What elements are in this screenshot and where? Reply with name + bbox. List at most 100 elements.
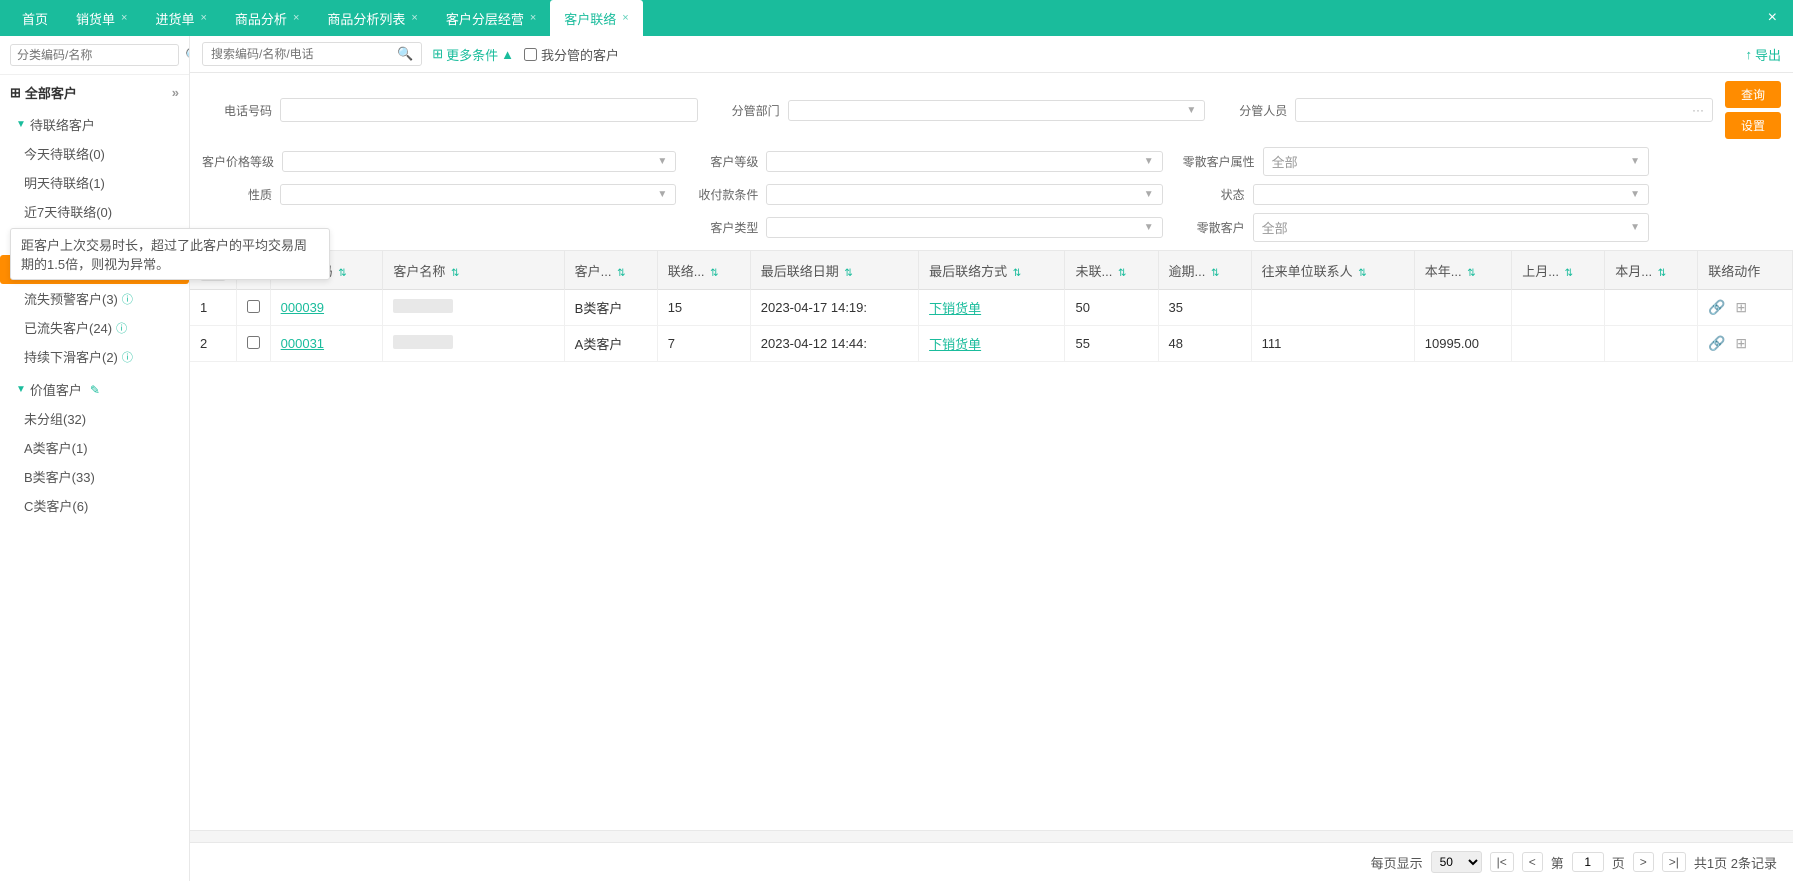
cell-checkbox-1 [236,290,270,326]
customer-name-blurred-1 [393,299,453,313]
filter-status: 状态 ▼ [1175,184,1649,205]
horizontal-scrollbar[interactable] [190,830,1793,842]
info-icon-churned[interactable]: ⓘ [116,320,127,336]
sidebar-item-ungrouped[interactable]: 未分组(32) [0,404,189,433]
sidebar-item-a[interactable]: A类客户(1) [0,433,189,462]
filter-search-icon[interactable]: 🔍 [397,46,413,62]
sidebar-item-today[interactable]: 今天待联络(0) [0,139,189,168]
close-analysis-icon[interactable]: × [293,12,299,24]
next-page-btn[interactable]: > [1633,852,1654,872]
action-link-icon-2[interactable]: 🔗 [1708,335,1725,351]
filter-search-box: 🔍 [202,42,422,66]
cell-overdue-1: 35 [1158,290,1251,326]
sidebar-item-churn-warning[interactable]: 流失预警客户(3) ⓘ [0,284,189,313]
th-unread[interactable]: 未联... ⇅ [1065,251,1158,290]
th-type[interactable]: 客户... ⇅ [564,251,657,290]
cell-unread-1: 50 [1065,290,1158,326]
retail-attr-select[interactable]: 全部▼ [1263,147,1649,176]
sidebar-item-churned[interactable]: 已流失客户(24) ⓘ [0,313,189,342]
nav-tab-purchase[interactable]: 进货单 × [141,0,220,36]
close-sales-icon[interactable]: × [121,12,127,24]
sidebar-item-b[interactable]: B类客户(33) [0,462,189,491]
customer-code-link-2[interactable]: 000031 [281,336,324,351]
status-select[interactable]: ▼ [1253,184,1649,205]
info-icon-churn[interactable]: ⓘ [122,291,133,307]
nav-tab-sales[interactable]: 销货单 × [62,0,141,36]
th-this-month[interactable]: 本月... ⇅ [1605,251,1698,290]
filter-row-1: 电话号码 分管部门 ▼ 分管人员 ··· 查询 设置 [202,81,1781,139]
last-method-link-2[interactable]: 下销货单 [929,337,981,352]
my-customers-checkbox[interactable] [524,48,537,61]
per-page-label: 每页显示 [1371,853,1423,872]
triangle-icon: ▼ [16,119,26,130]
nav-tab-analysis-list[interactable]: 商品分析列表 × [313,0,431,36]
th-this-year[interactable]: 本年... ⇅ [1414,251,1511,290]
more-conditions-btn[interactable]: ⊞ 更多条件 ▲ [432,45,514,64]
filter-nature: 性质 ▼ [202,184,676,205]
row-checkbox-1[interactable] [247,300,260,313]
row-checkbox-2[interactable] [247,336,260,349]
pending-group[interactable]: ▼ 待联络客户 [0,110,189,139]
action-grid-icon-1[interactable]: ⊞ [1735,299,1747,315]
first-page-btn[interactable]: |< [1490,852,1514,872]
retail-label: 零散客户 [1175,219,1245,236]
cell-name-1 [383,290,564,326]
person-label: 分管人员 [1217,102,1287,119]
filter-search-input[interactable] [211,47,391,61]
nav-tab-home[interactable]: 首页 [8,0,62,36]
person-input[interactable]: ··· [1295,98,1713,122]
retail-select[interactable]: 全部▼ [1253,213,1649,242]
th-name[interactable]: 客户名称 ⇅ [383,251,564,290]
nature-select[interactable]: ▼ [280,184,676,205]
retail-attr-label: 零散客户属性 [1175,153,1255,170]
data-table: ⚙ 客户编码 ⇅ 客户名称 ⇅ [190,251,1793,362]
sidebar-item-tomorrow[interactable]: 明天待联络(1) [0,168,189,197]
sidebar-item-c[interactable]: C类客户(6) [0,491,189,520]
th-last-date-label: 最后联络日期 [761,264,839,279]
filter-retail: 零散客户 全部▼ [1175,213,1649,242]
action-grid-icon-2[interactable]: ⊞ [1735,335,1747,351]
edit-value-icon[interactable]: ✎ [90,383,100,397]
payment-select[interactable]: ▼ [766,184,1162,205]
action-link-icon-1[interactable]: 🔗 [1708,299,1725,315]
close-crm-icon[interactable]: × [530,12,536,24]
page-input[interactable] [1572,852,1604,872]
th-contact[interactable]: 联络... ⇅ [657,251,750,290]
last-page-btn[interactable]: >| [1662,852,1686,872]
nav-tab-contact[interactable]: 客户联络 × [550,0,642,36]
cell-this-month-1 [1605,290,1698,326]
cell-unread-2: 55 [1065,326,1158,362]
info-icon-declining[interactable]: ⓘ [122,349,133,365]
filter-price-level: 客户价格等级 ▼ [202,151,676,172]
th-overdue[interactable]: 逾期... ⇅ [1158,251,1251,290]
customer-level-select[interactable]: ▼ [766,151,1162,172]
th-last-date[interactable]: 最后联络日期 ⇅ [750,251,918,290]
close-purchase-icon[interactable]: × [200,12,206,24]
nav-tab-crm[interactable]: 客户分层经营 × [432,0,550,36]
collapse-icon[interactable]: » [172,85,179,100]
last-method-link-1[interactable]: 下销货单 [929,301,981,316]
sidebar-item-declining[interactable]: 持续下滑客户(2) ⓘ [0,342,189,371]
settings-button[interactable]: 设置 [1725,112,1781,139]
sidebar-item-7days[interactable]: 近7天待联络(0) [0,197,189,226]
customer-type-select[interactable]: ▼ [766,217,1162,238]
window-close-button[interactable]: × [1760,9,1785,27]
page-label2: 页 [1612,853,1625,872]
close-contact-icon[interactable]: × [622,12,628,24]
prev-page-btn[interactable]: < [1522,852,1543,872]
close-analysis-list-icon[interactable]: × [411,12,417,24]
value-group[interactable]: ▼ 价值客户 ✎ [0,375,189,404]
nav-tab-analysis[interactable]: 商品分析 × [221,0,313,36]
per-page-select[interactable]: 50 100 [1431,851,1482,873]
customer-code-link-1[interactable]: 000039 [281,300,324,315]
price-level-select[interactable]: ▼ [282,151,676,172]
export-button[interactable]: ↑ 导出 [1745,45,1781,64]
dept-select[interactable]: ▼ [788,100,1206,121]
phone-input[interactable] [280,98,698,122]
th-last-month[interactable]: 上月... ⇅ [1512,251,1605,290]
th-company-contact[interactable]: 往来单位联系人 ⇅ [1251,251,1414,290]
sidebar-search-input[interactable] [10,44,179,66]
query-button[interactable]: 查询 [1725,81,1781,108]
th-last-method[interactable]: 最后联络方式 ⇅ [919,251,1065,290]
cell-contact-1: 15 [657,290,750,326]
